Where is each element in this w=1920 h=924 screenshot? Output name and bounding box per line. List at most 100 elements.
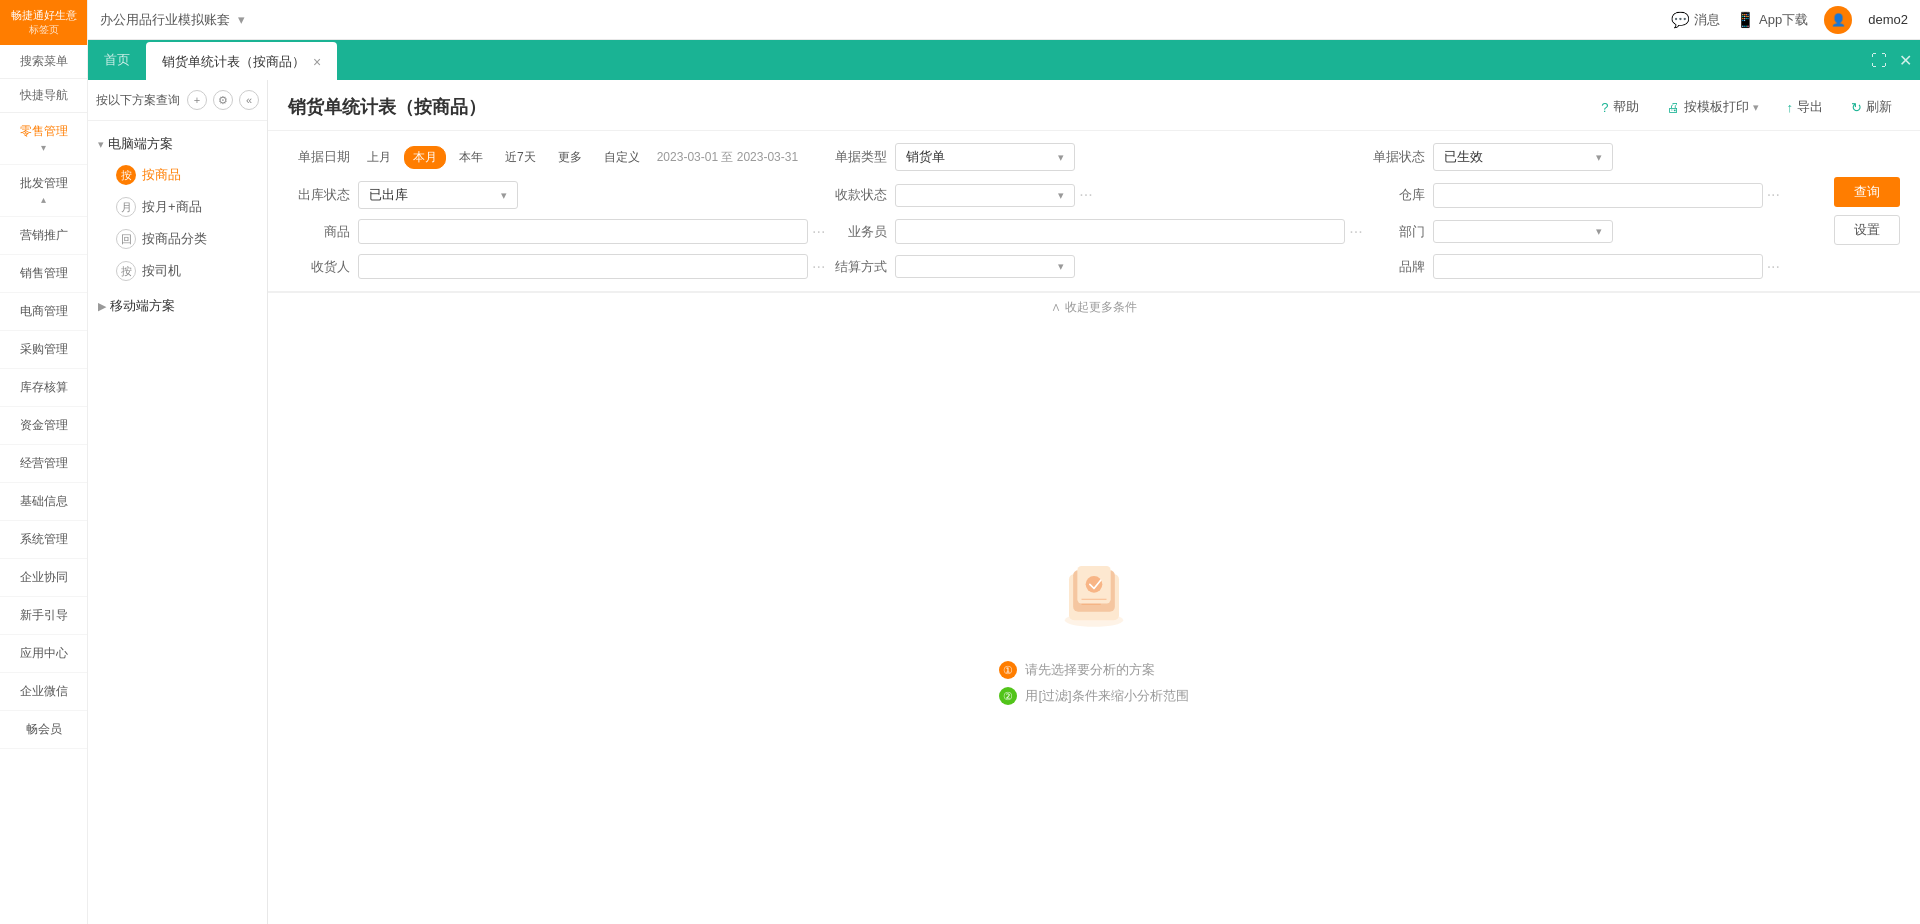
app-download-btn[interactable]: 📱 App下载 bbox=[1736, 11, 1808, 29]
warehouse-select[interactable]: 已出库 ▾ bbox=[358, 181, 518, 209]
warehouse-label: 出库状态 bbox=[288, 186, 358, 204]
empty-tips: ① 请先选择要分析的方案 ② 用[过滤]条件来缩小分析范围 bbox=[999, 661, 1188, 705]
settings-scheme-btn[interactable]: ⚙ bbox=[213, 90, 233, 110]
warehouse-control: 已出库 ▾ bbox=[358, 181, 825, 209]
filter-cell-salesman: 业务员 ··· bbox=[825, 219, 1362, 244]
collection-select[interactable]: ▾ bbox=[895, 184, 1075, 207]
tree-child-by-category[interactable]: 回 按商品分类 bbox=[88, 223, 267, 255]
refresh-btn[interactable]: ↻ 刷新 bbox=[1843, 94, 1900, 120]
status-label: 单据状态 bbox=[1363, 148, 1433, 166]
filter-cell-brand: 品牌 ··· bbox=[1363, 254, 1900, 279]
sidebar-item-label: 企业协同 bbox=[4, 569, 83, 586]
sidebar-item-member[interactable]: 畅会员 bbox=[0, 711, 87, 749]
topbar-arrow-icon[interactable]: ▾ bbox=[238, 12, 245, 27]
app-logo[interactable]: 畅捷通好生意 标签页 bbox=[0, 0, 87, 45]
sidebar-item-wholesale[interactable]: 批发管理 ▴ bbox=[0, 165, 87, 217]
user-name[interactable]: demo2 bbox=[1868, 12, 1908, 27]
export-btn[interactable]: ↑ 导出 bbox=[1779, 94, 1832, 120]
type-select[interactable]: 销货单 ▾ bbox=[895, 143, 1075, 171]
print-btn[interactable]: 🖨 按模板打印 ▾ bbox=[1659, 94, 1767, 120]
storage-input[interactable] bbox=[1433, 183, 1763, 208]
tab-active[interactable]: 销货单统计表（按商品） × bbox=[146, 42, 337, 82]
tab-maximize-icon[interactable]: ⛶ ✕ bbox=[1871, 51, 1912, 70]
user-avatar[interactable]: 👤 bbox=[1824, 6, 1852, 34]
tree-child-by-month-product[interactable]: 月 按月+商品 bbox=[88, 191, 267, 223]
tree-parent-desktop[interactable]: ▾ 电脑端方案 bbox=[88, 129, 267, 159]
status-select[interactable]: 已生效 ▾ bbox=[1433, 143, 1613, 171]
query-button[interactable]: 查询 bbox=[1834, 177, 1900, 207]
storage-control: ··· bbox=[1433, 183, 1780, 208]
help-icon: ? bbox=[1601, 100, 1608, 115]
salesman-more-icon[interactable]: ··· bbox=[1349, 223, 1362, 241]
sidebar-item-marketing[interactable]: 营销推广 bbox=[0, 217, 87, 255]
topbar-right: 💬 消息 📱 App下载 👤 demo2 bbox=[1671, 6, 1908, 34]
svg-point-4 bbox=[1086, 576, 1103, 593]
date-btn-7days[interactable]: 近7天 bbox=[496, 146, 545, 169]
brand-input[interactable] bbox=[1433, 254, 1763, 279]
export-label: 导出 bbox=[1797, 98, 1823, 116]
tree-parent-mobile-label: 移动端方案 bbox=[110, 297, 175, 315]
filter-cell-goods: 商品 ··· bbox=[288, 219, 825, 244]
status-value: 已生效 bbox=[1444, 148, 1483, 166]
sidebar-item-enterprise[interactable]: 企业协同 bbox=[0, 559, 87, 597]
tip-text-2: 用[过滤]条件来缩小分析范围 bbox=[1025, 687, 1188, 705]
date-btn-this-month[interactable]: 本月 bbox=[404, 146, 446, 169]
sidebar-item-newbie[interactable]: 新手引导 bbox=[0, 597, 87, 635]
goods-input[interactable] bbox=[358, 219, 808, 244]
storage-more-icon[interactable]: ··· bbox=[1767, 186, 1780, 204]
dept-select[interactable]: ▾ bbox=[1433, 220, 1613, 243]
empty-tip-2: ② 用[过滤]条件来缩小分析范围 bbox=[999, 687, 1188, 705]
content-area: 按以下方案查询 + ⚙ « ▾ 电脑端方案 按 按商品 月 按月+ bbox=[88, 80, 1920, 924]
date-btn-this-year[interactable]: 本年 bbox=[450, 146, 492, 169]
dept-control: ▾ bbox=[1433, 220, 1780, 243]
settings-button[interactable]: 设置 bbox=[1834, 215, 1900, 245]
date-btn-custom[interactable]: 自定义 bbox=[595, 146, 649, 169]
collapse-bar[interactable]: ∧ 收起更多条件 bbox=[268, 292, 1920, 322]
help-btn[interactable]: ? 帮助 bbox=[1593, 94, 1646, 120]
brand-more-icon[interactable]: ··· bbox=[1767, 258, 1780, 276]
sidebar-quick[interactable]: 快捷导航 bbox=[0, 79, 87, 113]
tab-close-icon[interactable]: × bbox=[313, 54, 321, 70]
left-panel-actions: + ⚙ « bbox=[187, 90, 259, 110]
tree-parent-mobile[interactable]: ▶ 移动端方案 bbox=[88, 291, 267, 321]
message-btn[interactable]: 💬 消息 bbox=[1671, 11, 1720, 29]
collapse-panel-btn[interactable]: « bbox=[239, 90, 259, 110]
tree-child-label: 按司机 bbox=[142, 262, 181, 280]
settlement-select[interactable]: ▾ bbox=[895, 255, 1075, 278]
filter-cell-date: 单据日期 上月 本月 本年 近7天 更多 自定义 2023-03-01 至 20… bbox=[288, 143, 825, 171]
sidebar-item-basic[interactable]: 基础信息 bbox=[0, 483, 87, 521]
logo-text: 畅捷通好生意 bbox=[4, 8, 83, 23]
page-title: 销货单统计表（按商品） bbox=[288, 95, 486, 119]
tree-child-by-register[interactable]: 按 按司机 bbox=[88, 255, 267, 287]
sidebar-item-retail[interactable]: 零售管理 ▾ bbox=[0, 113, 87, 165]
consignee-input[interactable] bbox=[358, 254, 808, 279]
tip-num-1: ① bbox=[999, 661, 1017, 679]
sidebar-item-sales[interactable]: 销售管理 bbox=[0, 255, 87, 293]
consignee-more-icon[interactable]: ··· bbox=[812, 258, 825, 276]
date-btn-more[interactable]: 更多 bbox=[549, 146, 591, 169]
sidebar-item-finance[interactable]: 资金管理 bbox=[0, 407, 87, 445]
sidebar-item-wechat[interactable]: 企业微信 bbox=[0, 673, 87, 711]
sidebar-item-purchase[interactable]: 采购管理 bbox=[0, 331, 87, 369]
sidebar-search[interactable]: 搜索菜单 bbox=[0, 45, 87, 79]
app-download-label: App下载 bbox=[1759, 11, 1808, 29]
sidebar-item-inventory[interactable]: 库存核算 bbox=[0, 369, 87, 407]
goods-more-icon[interactable]: ··· bbox=[812, 223, 825, 241]
consignee-control: ··· bbox=[358, 254, 825, 279]
sidebar-item-apps[interactable]: 应用中心 bbox=[0, 635, 87, 673]
sidebar-item-system[interactable]: 系统管理 bbox=[0, 521, 87, 559]
empty-tip-1: ① 请先选择要分析的方案 bbox=[999, 661, 1188, 679]
add-scheme-btn[interactable]: + bbox=[187, 90, 207, 110]
print-icon: 🖨 bbox=[1667, 100, 1680, 115]
topbar: 办公用品行业模拟账套 ▾ 💬 消息 📱 App下载 👤 demo2 bbox=[88, 0, 1920, 40]
sidebar-item-ecommerce[interactable]: 电商管理 bbox=[0, 293, 87, 331]
tree-child-by-product[interactable]: 按 按商品 bbox=[88, 159, 267, 191]
date-btn-last-month[interactable]: 上月 bbox=[358, 146, 400, 169]
print-arrow-icon: ▾ bbox=[1753, 101, 1759, 114]
avatar-image: 👤 bbox=[1831, 13, 1846, 27]
sidebar-item-operations[interactable]: 经营管理 bbox=[0, 445, 87, 483]
collection-more-icon[interactable]: ··· bbox=[1079, 186, 1092, 204]
tab-home[interactable]: 首页 bbox=[88, 40, 146, 80]
message-label: 消息 bbox=[1694, 11, 1720, 29]
salesman-input[interactable] bbox=[895, 219, 1345, 244]
